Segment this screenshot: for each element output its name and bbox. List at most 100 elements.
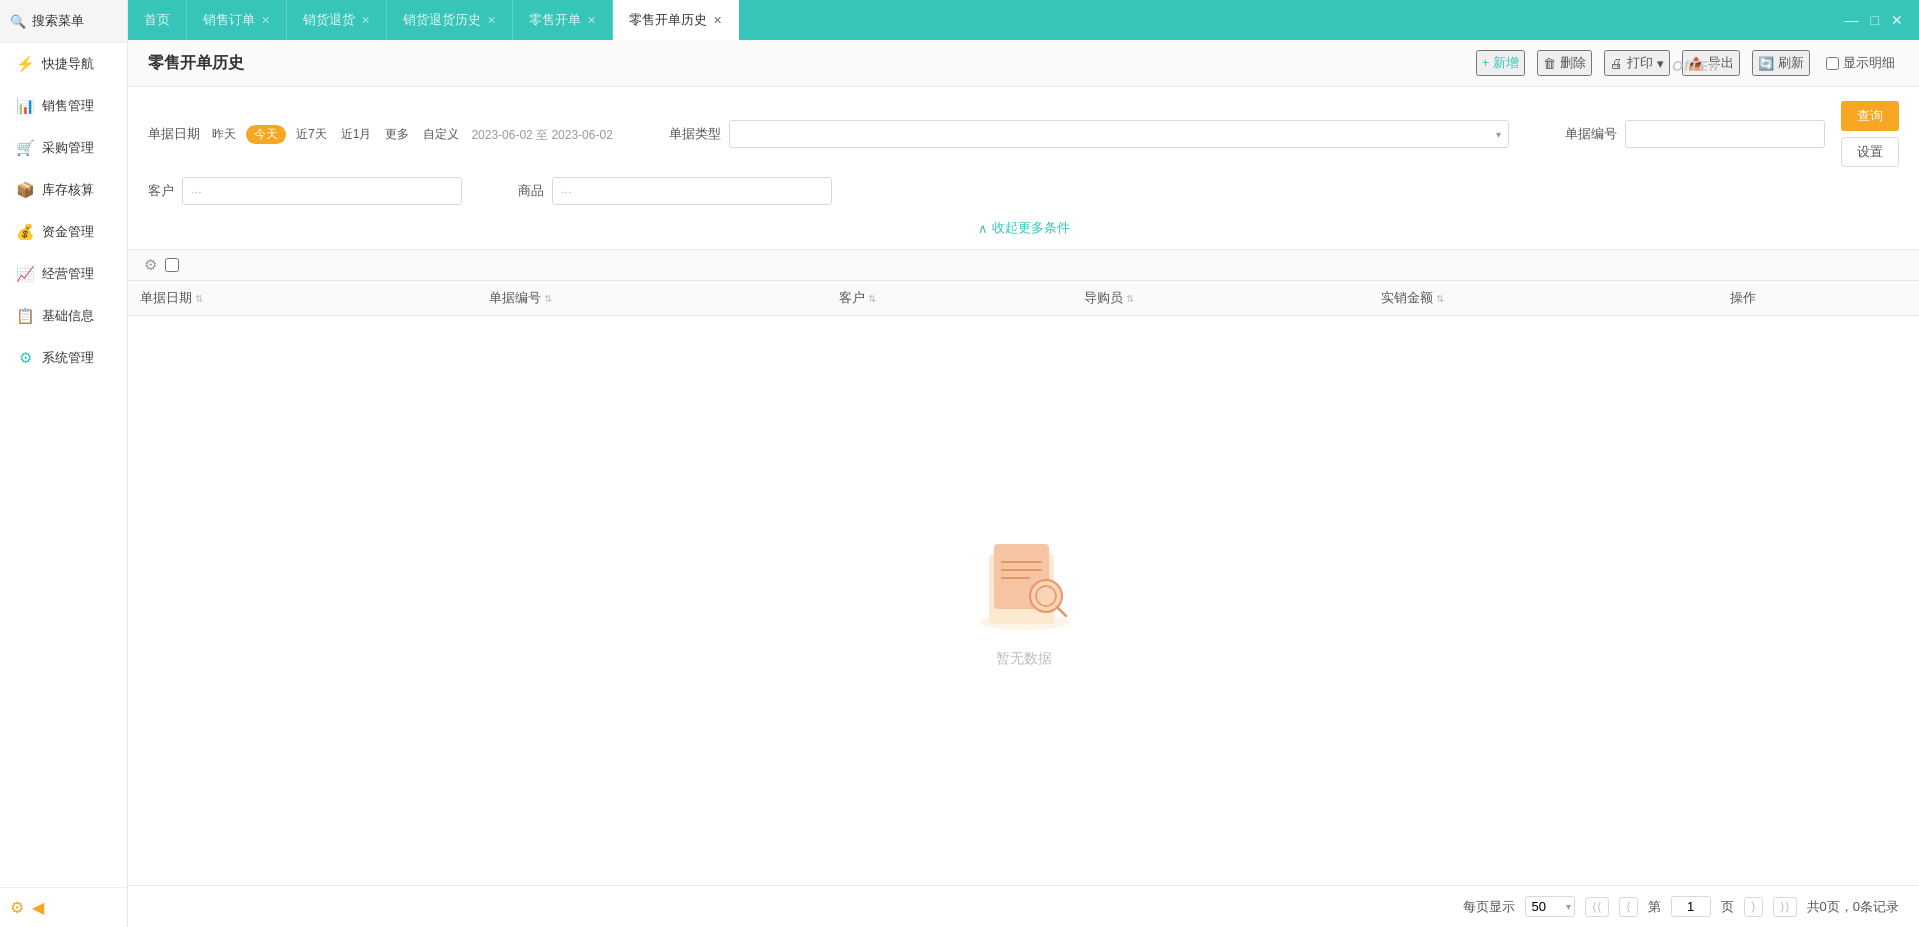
collapse-filter-btn[interactable]: ∧ 收起更多条件 [148, 215, 1899, 241]
th-date[interactable]: 单据日期⇅ [128, 281, 477, 316]
sidebar-item-operation[interactable]: 📈经营管理 [0, 253, 127, 295]
sidebar: 🔍 搜索菜单 ⚡快捷导航 📊 销售管理 🛒采购管理📦库存核算💰资金管理📈经营管理📋基础… [0, 0, 128, 927]
settings-button[interactable]: 设置 [1841, 137, 1899, 167]
th-amount[interactable]: 实销金额⇅ [1369, 281, 1718, 316]
minimize-btn[interactable]: — [1845, 12, 1859, 28]
table-settings-icon[interactable]: ⚙ [144, 256, 157, 274]
sidebar-search[interactable]: 🔍 搜索菜单 [0, 0, 127, 43]
tab-bar: 首页销售订单✕销货退货✕销货退货历史✕零售开单✕零售开单历史✕ — □ ✕ [128, 0, 1919, 40]
tab-close-retail-open[interactable]: ✕ [587, 14, 596, 27]
product-label: 商品 [518, 182, 544, 200]
tab-retail-open[interactable]: 零售开单✕ [513, 0, 613, 40]
doc-type-select[interactable] [729, 120, 1509, 148]
doc-type-select-wrapper: ▾ [729, 120, 1509, 148]
th-no[interactable]: 单据编号⇅ [477, 281, 826, 316]
table-wrapper: ⚙ 单据日期⇅单据编号⇅客户⇅导购员⇅实销金额⇅操作 [128, 250, 1919, 885]
sidebar-item-finance[interactable]: 💰资金管理 [0, 211, 127, 253]
tab-sales-order[interactable]: 销售订单 ✕ [187, 0, 287, 40]
product-input-wrapper[interactable]: ··· [552, 177, 832, 205]
sidebar-label-system: 系统管理 [42, 349, 94, 367]
sort-icon-salesman: ⇅ [1126, 293, 1134, 304]
last-month-btn[interactable]: 近1月 [337, 125, 376, 144]
next-page-btn[interactable]: ⟩ [1744, 897, 1763, 917]
maximize-btn[interactable]: □ [1871, 12, 1879, 28]
last7-btn[interactable]: 近7天 [292, 125, 331, 144]
sidebar-item-sales-mgmt[interactable]: 📊 销售管理 [0, 85, 127, 127]
doc-no-input[interactable] [1625, 120, 1825, 148]
page-suffix-label: 页 [1721, 898, 1734, 916]
sidebar-search-label: 搜索菜单 [32, 12, 84, 30]
print-button[interactable]: 🖨 打印 ▾ [1604, 50, 1670, 76]
tab-close-sales-order[interactable]: ✕ [261, 14, 270, 27]
main-table: 单据日期⇅单据编号⇅客户⇅导购员⇅实销金额⇅操作 [128, 281, 1919, 316]
table-toolbar: ⚙ [128, 250, 1919, 281]
print-icon: 🖨 [1610, 56, 1623, 71]
delete-button[interactable]: 🗑 删除 [1537, 50, 1592, 76]
th-action: 操作 [1718, 281, 1919, 316]
sort-icon-no: ⇅ [544, 293, 552, 304]
display-detail-checkbox[interactable] [1826, 57, 1839, 70]
th-customer[interactable]: 客户⇅ [827, 281, 1072, 316]
tab-label-retail-open-history: 零售开单历史 [629, 11, 707, 29]
tab-home[interactable]: 首页 [128, 0, 187, 40]
sidebar-label-purchase-mgmt: 采购管理 [42, 139, 94, 157]
query-button[interactable]: 查询 [1841, 101, 1899, 131]
sidebar-item-quick-nav[interactable]: ⚡快捷导航 [0, 43, 127, 85]
custom-date-btn[interactable]: 自定义 [419, 125, 463, 144]
tab-label-sales-return-history: 销货退货历史 [403, 11, 481, 29]
doc-type-label: 单据类型 [669, 125, 721, 143]
today-btn[interactable]: 今天 [246, 125, 286, 144]
empty-text: 暂无数据 [996, 650, 1052, 668]
filter-row-2: 客户 ··· 商品 ··· [148, 177, 1899, 205]
settings-footer-btn[interactable]: ⚙ [10, 898, 24, 917]
tab-sales-return[interactable]: 销货退货 ✕ [287, 0, 387, 40]
close-btn[interactable]: ✕ [1891, 12, 1903, 28]
sidebar-footer: ⚙ ◀ [0, 887, 127, 927]
tab-retail-open-history[interactable]: 零售开单历史 ✕ [613, 0, 739, 40]
customer-input-wrapper[interactable]: ··· [182, 177, 462, 205]
sidebar-label-sales-mgmt: 销售管理 [42, 97, 94, 115]
sidebar-icon-sales-mgmt: 📊 [16, 97, 34, 115]
pagination: 每页显示 102050100 ▾ ⟨⟨ ⟨ 第 页 ⟩ ⟩⟩ 共0页，0条记录 [128, 885, 1919, 927]
product-placeholder: ··· [561, 184, 823, 199]
sidebar-item-purchase-mgmt[interactable]: 🛒采购管理 [0, 127, 127, 169]
tab-sales-return-history[interactable]: 销货退货历史 ✕ [387, 0, 513, 40]
new-button[interactable]: + 新增 [1476, 50, 1525, 76]
sidebar-item-inventory[interactable]: 📦库存核算 [0, 169, 127, 211]
prev-page-btn[interactable]: ⟨ [1619, 897, 1638, 917]
sidebar-item-basic-info[interactable]: 📋基础信息 [0, 295, 127, 337]
display-detail-label[interactable]: 显示明细 [1822, 52, 1899, 74]
empty-icon [964, 534, 1084, 634]
select-all-checkbox[interactable] [165, 258, 179, 272]
th-salesman[interactable]: 导购员⇅ [1072, 281, 1369, 316]
tab-close-retail-open-history[interactable]: ✕ [713, 14, 722, 27]
tab-close-sales-return[interactable]: ✕ [361, 14, 370, 27]
sort-icon-customer: ⇅ [868, 293, 876, 304]
tab-label-sales-order: 销售订单 [203, 11, 255, 29]
first-page-btn[interactable]: ⟨⟨ [1585, 897, 1609, 917]
sidebar-icon-system: ⚙ [16, 349, 34, 367]
date-shortcuts: 昨天 今天 近7天 近1月 更多 自定义 [208, 125, 463, 144]
table-header-row: 单据日期⇅单据编号⇅客户⇅导购员⇅实销金额⇅操作 [128, 281, 1919, 316]
more-date-btn[interactable]: 更多 [381, 125, 413, 144]
page-number-input[interactable] [1671, 896, 1711, 917]
yesterday-btn[interactable]: 昨天 [208, 125, 240, 144]
collapse-footer-btn[interactable]: ◀ [32, 898, 44, 917]
per-page-select[interactable]: 102050100 [1525, 896, 1575, 917]
filter-row-1: 单据日期 昨天 今天 近7天 近1月 更多 自定义 2023-06-02 至 2… [148, 101, 1899, 167]
sort-icon-amount: ⇅ [1436, 293, 1444, 304]
per-page-wrapper: 102050100 ▾ [1525, 896, 1575, 917]
page-total: 共0页，0条记录 [1807, 898, 1899, 916]
last-page-btn[interactable]: ⟩⟩ [1773, 897, 1797, 917]
sort-icon-date: ⇅ [195, 293, 203, 304]
filter-area: 单据日期 昨天 今天 近7天 近1月 更多 自定义 2023-06-02 至 2… [128, 87, 1919, 250]
tab-label-sales-return: 销货退货 [303, 11, 355, 29]
delete-icon: 🗑 [1543, 56, 1556, 71]
refresh-button[interactable]: 🔄 刷新 [1752, 50, 1810, 76]
sidebar-item-system[interactable]: ⚙ 系统管理 [0, 337, 127, 379]
doc-type-filter-field: 单据类型 ▾ [669, 120, 1509, 148]
doc-no-label: 单据编号 [1565, 125, 1617, 143]
tab-close-sales-return-history[interactable]: ✕ [487, 14, 496, 27]
sidebar-icon-basic-info: 📋 [16, 307, 34, 325]
date-filter-field: 单据日期 昨天 今天 近7天 近1月 更多 自定义 2023-06-02 至 2… [148, 125, 613, 144]
